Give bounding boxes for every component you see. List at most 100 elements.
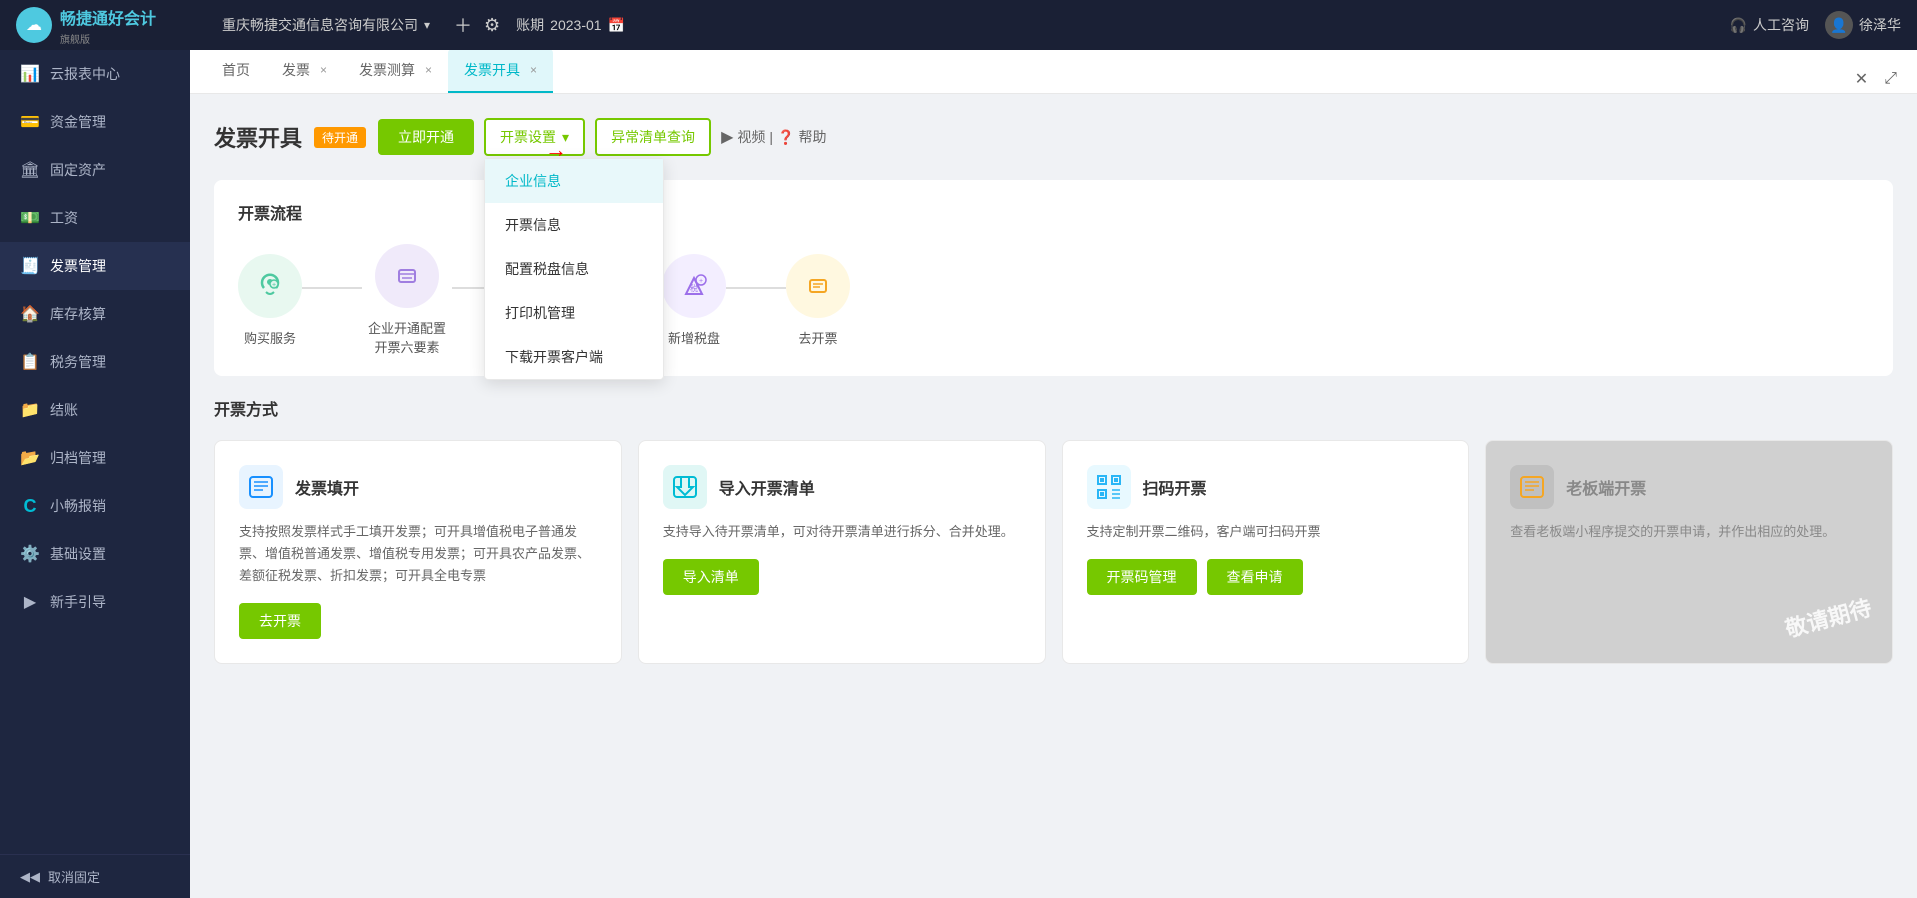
- sidebar-item-fixed-assets[interactable]: 🏛 固定资产: [0, 146, 190, 194]
- tab-close-button[interactable]: ✕: [1851, 65, 1872, 93]
- red-arrow-indicator: →: [545, 137, 567, 163]
- sidebar-bottom: ◀◀ 取消固定: [0, 854, 190, 898]
- method-import-title: 导入开票清单: [719, 475, 815, 499]
- header-right: 🎧 人工咨询 👤 徐泽华: [1730, 11, 1901, 39]
- tab-invoice-calc-close[interactable]: ×: [425, 63, 432, 77]
- sidebar-item-invoice[interactable]: 🧾 发票管理: [0, 242, 190, 290]
- svg-text:+: +: [272, 282, 276, 289]
- video-help-button[interactable]: ▶ 视频 | ❓ 帮助: [721, 127, 826, 147]
- step-buy-label: 购买服务: [244, 328, 296, 347]
- user-menu[interactable]: 👤 徐泽华: [1825, 11, 1901, 39]
- tab-home[interactable]: 首页: [206, 50, 266, 93]
- dropdown-item-printer[interactable]: 打印机管理: [485, 291, 663, 335]
- step-go-invoice-label: 去开票: [798, 328, 837, 347]
- sidebar-item-label: 小畅报销: [50, 496, 106, 516]
- dropdown-label: 开票信息: [505, 217, 561, 233]
- open-now-button[interactable]: 立即开通: [378, 119, 474, 155]
- guide-icon: ▶: [20, 592, 40, 612]
- tab-home-label: 首页: [222, 60, 250, 80]
- dropdown-item-invoice-info[interactable]: 开票信息: [485, 203, 663, 247]
- help-label: 帮助: [798, 127, 826, 147]
- tab-invoice-open-close[interactable]: ×: [530, 63, 537, 77]
- sidebar-item-label: 税务管理: [50, 352, 106, 372]
- calendar-icon[interactable]: 📅: [608, 17, 625, 34]
- period-label: 账期: [516, 15, 544, 35]
- svg-text:税: 税: [690, 283, 698, 293]
- settings-dropdown: → 企业信息 开票信息 配置税盘信息: [484, 158, 664, 380]
- separator: |: [769, 129, 773, 145]
- company-arrow-icon: ▾: [424, 18, 430, 32]
- dropdown-item-company-info[interactable]: 企业信息: [485, 159, 663, 203]
- inventory-icon: 🏠: [20, 304, 40, 324]
- method-fill-btn[interactable]: 去开票: [239, 603, 321, 639]
- sidebar-item-guide[interactable]: ▶ 新手引导: [0, 578, 190, 626]
- tab-right-actions: ✕ ⤢: [1851, 65, 1901, 93]
- method-boss-desc: 查看老板端小程序提交的开票申请，并作出相应的处理。: [1510, 521, 1868, 543]
- tab-maximize-button[interactable]: ⤢: [1880, 66, 1901, 92]
- sidebar-item-tax[interactable]: 📋 税务管理: [0, 338, 190, 386]
- cancel-fixed-button[interactable]: ◀◀ 取消固定: [0, 854, 190, 898]
- header: ☁ 畅捷通好会计 旗舰版 重庆畅捷交通信息咨询有限公司 ▾ ＋ ⚙ 账期 202…: [0, 0, 1917, 50]
- tab-bar: 首页 发票 × 发票测算 × 发票开具 × ✕ ⤢: [190, 50, 1917, 94]
- sidebar-item-settle[interactable]: 📁 结账: [0, 386, 190, 434]
- sidebar-item-fund[interactable]: 💳 资金管理: [0, 98, 190, 146]
- tab-invoice[interactable]: 发票 ×: [266, 50, 343, 93]
- sidebar-item-label: 基础设置: [50, 544, 106, 564]
- method-scan-code-btn[interactable]: 开票码管理: [1087, 559, 1197, 595]
- method-import-desc: 支持导入待开票清单，可对待开票清单进行拆分、合并处理。: [663, 521, 1021, 543]
- method-scan-title: 扫码开票: [1143, 475, 1207, 499]
- sidebar-item-settings[interactable]: ⚙️ 基础设置: [0, 530, 190, 578]
- cloud-report-icon: 📊: [20, 64, 40, 84]
- method-import-btn[interactable]: 导入清单: [663, 559, 759, 595]
- sidebar-item-cloud-report[interactable]: 📊 云报表中心: [0, 50, 190, 98]
- method-scan-view-btn[interactable]: 查看申请: [1207, 559, 1303, 595]
- dropdown-label: 下载开票客户端: [505, 349, 603, 365]
- company-selector[interactable]: 重庆畅捷交通信息咨询有限公司 ▾: [222, 15, 430, 35]
- settings-button[interactable]: ⚙: [484, 15, 500, 36]
- dropdown-item-tax-config[interactable]: 配置税盘信息: [485, 247, 663, 291]
- sidebar-item-label: 资金管理: [50, 112, 106, 132]
- sidebar-item-archive[interactable]: 📂 归档管理: [0, 434, 190, 482]
- main-layout: 📊 云报表中心 💳 资金管理 🏛 固定资产 💵 工资 🧾 发票管理 🏠 库存核算…: [0, 50, 1917, 898]
- status-badge: 待开通: [314, 127, 366, 148]
- page-content: 发票开具 待开通 立即开通 开票设置 ▾ →: [190, 94, 1917, 898]
- tab-invoice-open-label: 发票开具: [464, 60, 520, 80]
- step-go-invoice-icon: [786, 254, 850, 318]
- tab-invoice-calc[interactable]: 发票测算 ×: [343, 50, 448, 93]
- video-label: 视频: [737, 127, 765, 147]
- method-fill-header: 发票填开: [239, 465, 597, 509]
- question-icon: ❓: [777, 129, 794, 146]
- fund-icon: 💳: [20, 112, 40, 132]
- svg-text:+: +: [699, 278, 703, 285]
- method-section-title: 开票方式: [214, 396, 1893, 420]
- flow-step-config: 企业开通配置开票六要素: [362, 244, 452, 356]
- step-buy-icon: +: [238, 254, 302, 318]
- abnormal-list-button[interactable]: 异常清单查询: [595, 118, 711, 156]
- step-arrow-4: [726, 287, 786, 289]
- method-card-import: 导入开票清单 支持导入待开票清单，可对待开票清单进行拆分、合并处理。 导入清单: [638, 440, 1046, 664]
- dropdown-label: 配置税盘信息: [505, 261, 589, 277]
- settings-icon: ⚙️: [20, 544, 40, 564]
- method-scan-buttons: 开票码管理 查看申请: [1087, 559, 1445, 595]
- play-icon: ▶: [721, 127, 733, 147]
- sidebar-item-report[interactable]: C 小畅报销: [0, 482, 190, 530]
- method-boss-header: 老板端开票: [1510, 465, 1868, 509]
- sidebar-item-salary[interactable]: 💵 工资: [0, 194, 190, 242]
- content-area: 首页 发票 × 发票测算 × 发票开具 × ✕ ⤢ 发票开具: [190, 50, 1917, 898]
- sidebar-item-label: 结账: [50, 400, 78, 420]
- tab-invoice-open[interactable]: 发票开具 ×: [448, 50, 553, 93]
- add-company-button[interactable]: ＋: [454, 12, 472, 38]
- support-link[interactable]: 🎧 人工咨询: [1730, 15, 1809, 35]
- sidebar-item-inventory[interactable]: 🏠 库存核算: [0, 290, 190, 338]
- method-scan-header: 扫码开票: [1087, 465, 1445, 509]
- invoice-settings-button[interactable]: 开票设置 ▾: [484, 118, 585, 156]
- flow-step-buy: + 购买服务: [238, 254, 302, 347]
- dropdown-item-download-client[interactable]: 下载开票客户端: [485, 335, 663, 379]
- flow-section: 开票流程 + 购买服务 企业开通配置开票: [214, 180, 1893, 376]
- method-import-icon: [663, 465, 707, 509]
- period-value: 2023-01: [550, 17, 601, 33]
- method-boss-title: 老板端开票: [1566, 475, 1646, 499]
- step-arrow-1: [302, 287, 362, 289]
- report-icon: C: [20, 496, 40, 516]
- tab-invoice-close[interactable]: ×: [320, 63, 327, 77]
